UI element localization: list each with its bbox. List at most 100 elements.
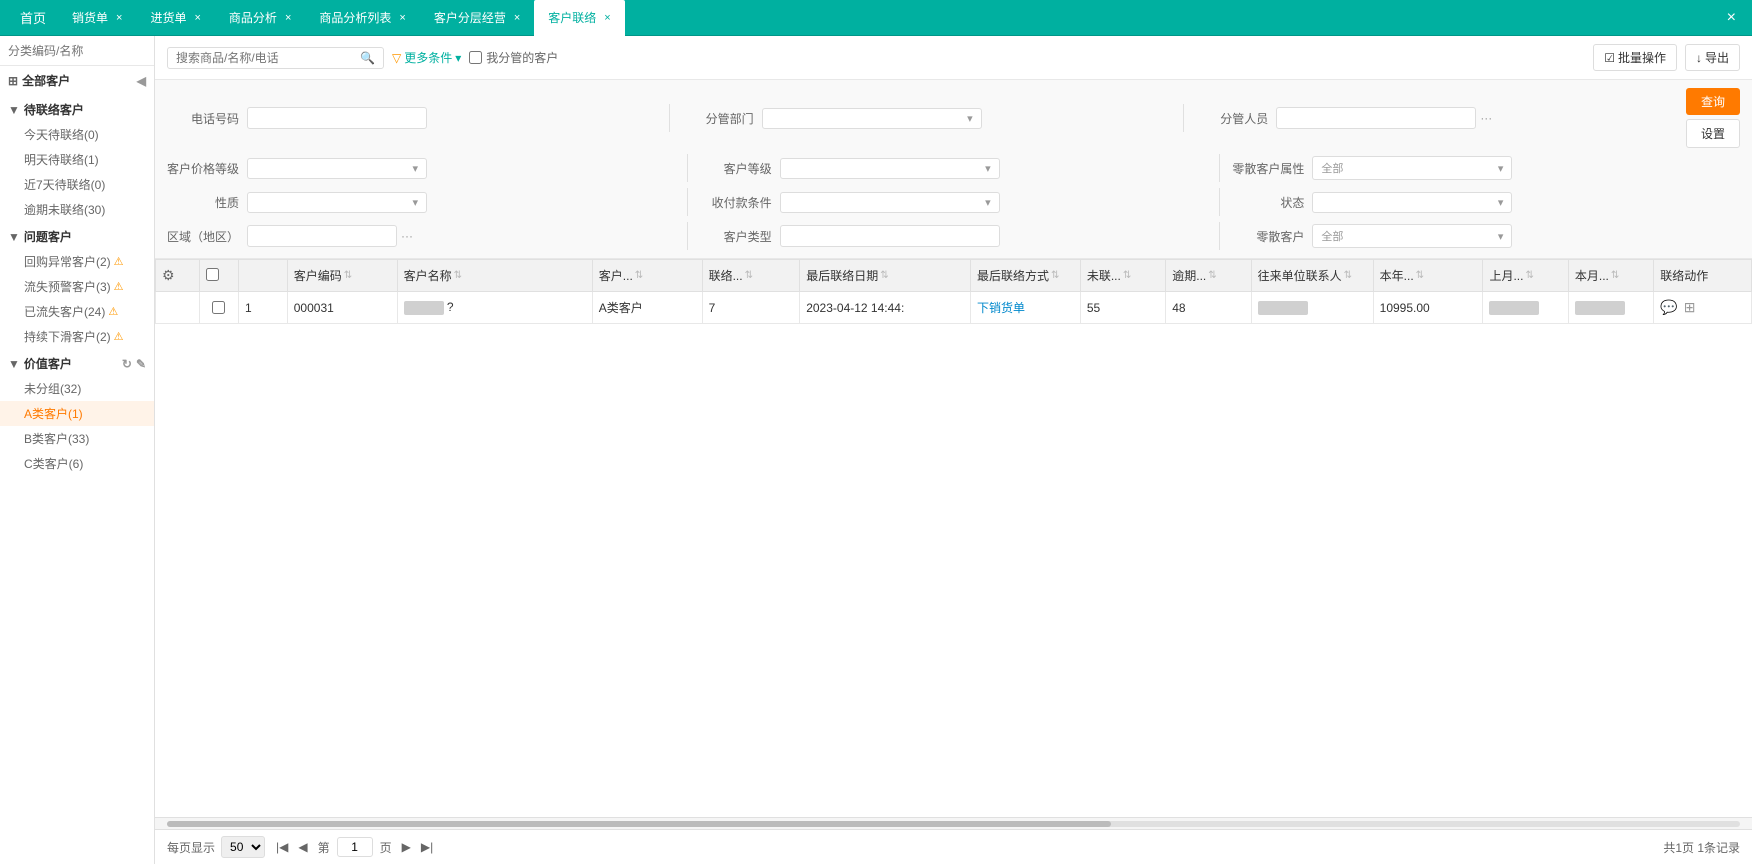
more-icon-region[interactable]: ···: [401, 229, 413, 243]
chat-action-icon[interactable]: 💬: [1660, 299, 1677, 316]
sidebar-item-a-class[interactable]: A类客户(1): [0, 401, 154, 426]
sidebar-item-declining[interactable]: 持续下滑客户(2) ⚠: [0, 324, 154, 349]
close-tab-5-icon[interactable]: ×: [604, 0, 610, 36]
nav-tab-purchase[interactable]: 进货单 ×: [136, 0, 214, 36]
batch-ops-btn[interactable]: ☑ 批量操作: [1593, 44, 1677, 71]
input-cust-type[interactable]: [780, 225, 1000, 247]
control-manager: ···: [1276, 107, 1686, 129]
close-tab-2-icon[interactable]: ×: [285, 0, 291, 36]
nav-tab-customer-contact[interactable]: 客户联络 ×: [534, 0, 624, 36]
page-input[interactable]: [337, 837, 373, 857]
control-region: ···: [247, 225, 675, 247]
sidebar-item-today[interactable]: 今天待联络(0): [0, 122, 154, 147]
col-header-type[interactable]: 客户... ⇅: [592, 260, 702, 292]
col-header-thismonth[interactable]: 本月... ⇅: [1568, 260, 1653, 292]
grid-action-icon[interactable]: ⊞: [1684, 299, 1696, 316]
chevron-dept-icon: ▾: [967, 112, 973, 125]
export-btn[interactable]: ↓ 导出: [1685, 44, 1740, 71]
input-manager[interactable]: [1276, 107, 1476, 129]
label-phone: 电话号码: [167, 110, 247, 127]
collapse-icon[interactable]: ◀: [137, 74, 146, 88]
cell-type: A类客户: [592, 292, 702, 324]
sidebar-all-customers[interactable]: ⊞ 全部客户 ◀: [0, 66, 154, 95]
close-tab-4-icon[interactable]: ×: [514, 0, 520, 36]
nav-home[interactable]: 首页: [8, 8, 58, 27]
col-header-thisyear[interactable]: 本年... ⇅: [1373, 260, 1483, 292]
sidebar-item-7days[interactable]: 近7天待联络(0): [0, 172, 154, 197]
page-next-icon[interactable]: ▶: [399, 840, 414, 854]
select-price-level[interactable]: ▾: [247, 158, 427, 179]
method-link[interactable]: 下销货单: [977, 301, 1025, 315]
control-dept: ▾: [762, 108, 1172, 129]
settings-btn[interactable]: 设置: [1686, 119, 1740, 148]
edit-icon[interactable]: ✎: [136, 357, 146, 371]
nav-tab-customer-tier[interactable]: 客户分层经营 ×: [420, 0, 534, 36]
select-retail-cust[interactable]: 全部 ▾: [1312, 224, 1512, 248]
close-window-icon[interactable]: ×: [1719, 9, 1744, 26]
input-phone[interactable]: [247, 107, 427, 129]
col-header-name[interactable]: 客户名称 ⇅: [397, 260, 592, 292]
sidebar-item-b-class[interactable]: B类客户(33): [0, 426, 154, 451]
nav-tab-analysis-list[interactable]: 商品分析列表 ×: [305, 0, 419, 36]
col-header-unlink[interactable]: 未联... ⇅: [1080, 260, 1165, 292]
col-header-check[interactable]: [199, 260, 238, 292]
sidebar-item-c-class[interactable]: C类客户(6): [0, 451, 154, 476]
divider-3: [687, 154, 688, 182]
col-header-overdue[interactable]: 逾期... ⇅: [1166, 260, 1251, 292]
divider-8: [1219, 222, 1220, 250]
scrollbar-thumb[interactable]: [167, 821, 1111, 827]
page-last-icon[interactable]: ▶|: [418, 840, 436, 854]
sidebar-item-ungroup[interactable]: 未分组(32): [0, 376, 154, 401]
divider-1: [669, 104, 670, 132]
sidebar-item-churn-warning[interactable]: 流失预警客户(3) ⚠: [0, 274, 154, 299]
sidebar-item-tomorrow[interactable]: 明天待联络(1): [0, 147, 154, 172]
settings-gear-icon[interactable]: ⚙: [162, 267, 175, 283]
col-header-settings[interactable]: ⚙: [156, 260, 200, 292]
table-header-row: ⚙ 客户编码 ⇅: [156, 260, 1752, 292]
sidebar-search-input[interactable]: [8, 44, 155, 58]
col-header-date[interactable]: 最后联络日期 ⇅: [800, 260, 971, 292]
sidebar-item-abnormal[interactable]: 回购异常客户(2) ⚠: [0, 249, 154, 274]
cell-method[interactable]: 下销货单: [971, 292, 1081, 324]
more-icon-manager[interactable]: ···: [1480, 111, 1492, 125]
select-retail-attr[interactable]: 全部 ▾: [1312, 156, 1512, 180]
sidebar-item-overdue[interactable]: 逾期未联络(30): [0, 197, 154, 222]
close-tab-1-icon[interactable]: ×: [194, 0, 200, 36]
col-header-prevcontact[interactable]: 往来单位联系人 ⇅: [1251, 260, 1373, 292]
col-header-lastmonth[interactable]: 上月... ⇅: [1483, 260, 1568, 292]
my-customers-checkbox[interactable]: [469, 51, 482, 64]
horizontal-scrollbar[interactable]: [155, 817, 1752, 829]
input-region[interactable]: [247, 225, 397, 247]
select-payment[interactable]: ▾: [780, 192, 1000, 213]
select-status[interactable]: ▾: [1312, 192, 1512, 213]
nav-tab-analysis[interactable]: 商品分析 ×: [215, 0, 305, 36]
search-input[interactable]: [176, 51, 356, 65]
field-phone: 电话号码: [167, 107, 657, 129]
close-tab-3-icon[interactable]: ×: [399, 0, 405, 36]
row-checkbox[interactable]: [212, 301, 225, 314]
select-nature[interactable]: ▾: [247, 192, 427, 213]
col-header-contact[interactable]: 联络... ⇅: [702, 260, 800, 292]
page-size-select[interactable]: 50: [221, 836, 265, 858]
sidebar-item-churned[interactable]: 已流失客户(24) ⚠: [0, 299, 154, 324]
select-all-checkbox[interactable]: [206, 268, 219, 281]
col-header-code[interactable]: 客户编码 ⇅: [287, 260, 397, 292]
adv-filter-row-3: 性质 ▾ 收付款条件 ▾: [167, 188, 1740, 216]
page-first-icon[interactable]: |◀: [273, 840, 291, 854]
close-tab-0-icon[interactable]: ×: [116, 0, 122, 36]
select-dept[interactable]: ▾: [762, 108, 982, 129]
nav-tab-salelist[interactable]: 销货单 ×: [58, 0, 136, 36]
refresh-icon[interactable]: ↻: [122, 357, 132, 371]
page-prev-icon[interactable]: ◀: [295, 840, 310, 854]
search-bar-icon[interactable]: 🔍: [360, 51, 375, 65]
my-customers-check[interactable]: 我分管的客户: [469, 49, 558, 66]
col-header-method[interactable]: 最后联络方式 ⇅: [971, 260, 1081, 292]
more-filters-btn[interactable]: ▽ 更多条件 ▾: [392, 49, 461, 66]
query-btn[interactable]: 查询: [1686, 88, 1740, 115]
select-cust-level[interactable]: ▾: [780, 158, 1000, 179]
chevron-retail-cust-icon: ▾: [1498, 230, 1504, 243]
chevron-price-icon: ▾: [412, 162, 418, 175]
section-value: ▼ 价值客户 ↻ ✎: [0, 349, 154, 376]
cell-date: 2023-04-12 14:44:: [800, 292, 971, 324]
page-nav: |◀ ◀ 第 页 ▶ ▶|: [273, 837, 436, 857]
